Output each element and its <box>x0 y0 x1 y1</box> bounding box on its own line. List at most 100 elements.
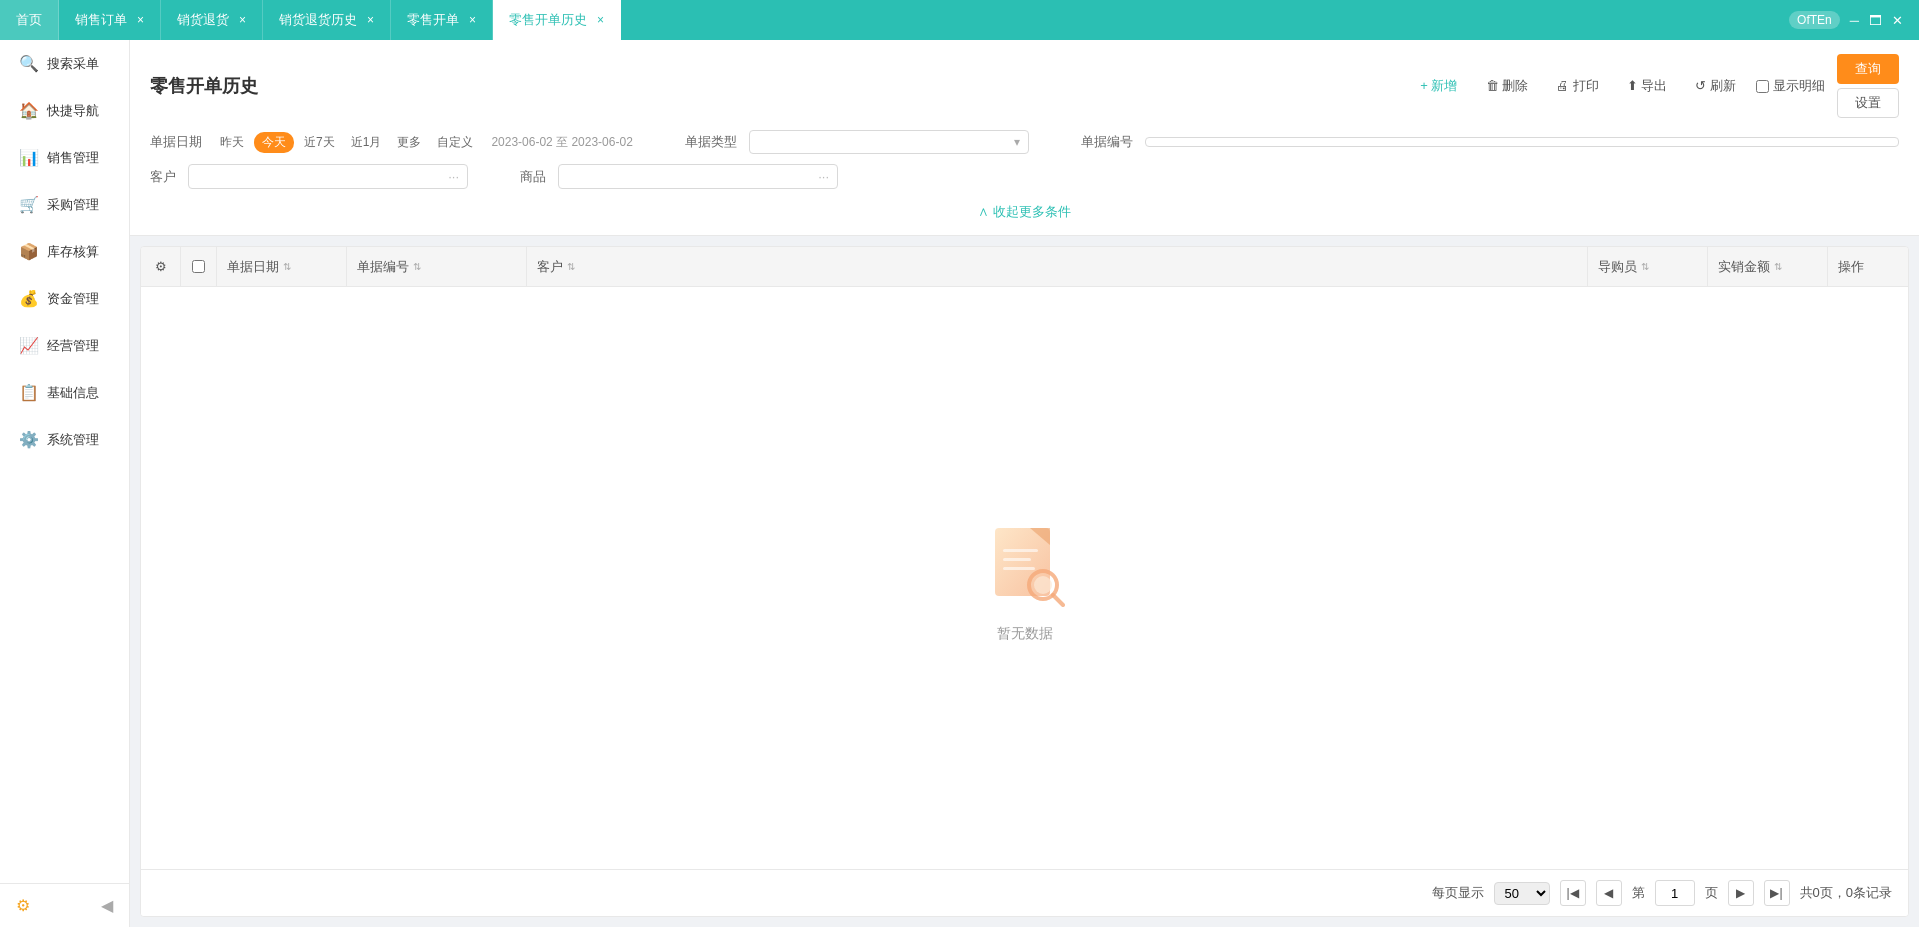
collapse-sidebar-icon[interactable]: ◀ <box>101 896 113 915</box>
tab-label: 销货退货 <box>177 11 229 29</box>
date-range-text: 2023-06-02 至 2023-06-02 <box>491 134 632 151</box>
per-page-select[interactable]: 50 100 200 <box>1494 882 1550 905</box>
tab-return-history[interactable]: 销货退货历史 × <box>263 0 391 40</box>
sidebar-item-system[interactable]: ⚙️ 系统管理 <box>0 416 129 463</box>
sidebar-item-sales[interactable]: 📊 销售管理 <box>0 134 129 181</box>
page-label: 页 <box>1705 884 1718 902</box>
tab-close-icon[interactable]: × <box>239 13 246 27</box>
tab-return[interactable]: 销货退货 × <box>161 0 263 40</box>
often-badge: OfTEn <box>1789 11 1840 29</box>
dropdown-icon: ▾ <box>1014 135 1020 149</box>
th-amount[interactable]: 实销金额 ⇅ <box>1708 247 1828 286</box>
page-title-row: 零售开单历史 + 新增 🗑 删除 🖨 打印 ⬆ 导出 ↺ 刷新 显示明细 查询 … <box>150 54 1899 118</box>
pagination-bar: 每页显示 50 100 200 |◀ ◀ 第 页 ▶ ▶| 共0页，0条记录 <box>141 869 1908 916</box>
gear-icon: ⚙ <box>155 259 167 274</box>
sidebar-item-finance[interactable]: 💰 资金管理 <box>0 275 129 322</box>
restore-btn[interactable]: 🗖 <box>1869 13 1882 28</box>
date-more[interactable]: 更多 <box>391 132 427 153</box>
print-button[interactable]: 🖨 打印 <box>1548 73 1607 99</box>
th-op-label: 操作 <box>1838 258 1864 276</box>
main-layout: 🔍 搜索采单 🏠 快捷导航 📊 销售管理 🛒 采购管理 📦 库存核算 💰 资金管… <box>0 40 1919 927</box>
first-page-btn[interactable]: |◀ <box>1560 880 1586 906</box>
sidebar-item-inventory[interactable]: 📦 库存核算 <box>0 228 129 275</box>
sidebar-item-nav[interactable]: 🏠 快捷导航 <box>0 87 129 134</box>
close-btn[interactable]: ✕ <box>1892 13 1903 28</box>
sidebar-item-label: 销售管理 <box>47 149 99 167</box>
sidebar-item-basic-info[interactable]: 📋 基础信息 <box>0 369 129 416</box>
management-icon: 📈 <box>19 336 39 355</box>
th-gear[interactable]: ⚙ <box>141 247 181 286</box>
next-page-btn[interactable]: ▶ <box>1728 880 1754 906</box>
th-guide[interactable]: 导购员 ⇅ <box>1588 247 1708 286</box>
tab-close-icon[interactable]: × <box>597 13 604 27</box>
finance-icon: 💰 <box>19 289 39 308</box>
date-today[interactable]: 今天 <box>254 132 294 153</box>
table-body: 暂无数据 <box>141 287 1908 869</box>
table-header: ⚙ 单据日期 ⇅ 单据编号 ⇅ 客户 ⇅ 导购员 <box>141 247 1908 287</box>
order-num-input[interactable] <box>1145 137 1899 147</box>
prev-page-btn[interactable]: ◀ <box>1596 880 1622 906</box>
tab-retail-history[interactable]: 零售开单历史 × <box>493 0 621 40</box>
collapse-more-btn[interactable]: ∧ 收起更多条件 <box>150 199 1899 225</box>
client-input[interactable]: ··· <box>188 164 468 189</box>
th-op: 操作 <box>1828 247 1908 286</box>
tab-home[interactable]: 首页 <box>0 0 59 40</box>
add-button[interactable]: + 新增 <box>1412 73 1465 99</box>
th-check[interactable] <box>181 247 217 286</box>
show-detail-container: 显示明细 <box>1756 77 1825 95</box>
client-label: 客户 <box>150 168 176 186</box>
query-button[interactable]: 查询 <box>1837 54 1899 84</box>
th-client-label: 客户 <box>537 258 563 276</box>
sidebar-item-purchase[interactable]: 🛒 采购管理 <box>0 181 129 228</box>
sales-icon: 📊 <box>19 148 39 167</box>
th-amount-label: 实销金额 <box>1718 258 1770 276</box>
tab-label: 零售开单历史 <box>509 11 587 29</box>
tab-close-icon[interactable]: × <box>469 13 476 27</box>
tab-retail-order[interactable]: 零售开单 × <box>391 0 493 40</box>
sidebar-item-management[interactable]: 📈 经营管理 <box>0 322 129 369</box>
show-detail-checkbox[interactable] <box>1756 80 1769 93</box>
sort-client-icon: ⇅ <box>567 261 575 272</box>
minimize-btn[interactable]: ─ <box>1850 13 1859 28</box>
th-num-label: 单据编号 <box>357 258 409 276</box>
sidebar-item-label: 采购管理 <box>47 196 99 214</box>
th-num[interactable]: 单据编号 ⇅ <box>347 247 527 286</box>
export-button[interactable]: ⬆ 导出 <box>1619 73 1676 99</box>
settings-gear-icon[interactable]: ⚙ <box>16 896 30 915</box>
tab-sales-order[interactable]: 销售订单 × <box>59 0 161 40</box>
last-page-btn[interactable]: ▶| <box>1764 880 1790 906</box>
refresh-button[interactable]: ↺ 刷新 <box>1687 73 1744 99</box>
empty-illustration <box>975 513 1075 613</box>
date-7days[interactable]: 近7天 <box>298 132 341 153</box>
page-title: 零售开单历史 <box>150 74 258 98</box>
sort-num-icon: ⇅ <box>413 261 421 272</box>
tab-close-icon[interactable]: × <box>137 13 144 27</box>
client-dots[interactable]: ··· <box>448 169 459 184</box>
settings-button[interactable]: 设置 <box>1837 88 1899 118</box>
purchase-icon: 🛒 <box>19 195 39 214</box>
th-date[interactable]: 单据日期 ⇅ <box>217 247 347 286</box>
order-type-select[interactable]: ▾ <box>749 130 1029 154</box>
table-area: ⚙ 单据日期 ⇅ 单据编号 ⇅ 客户 ⇅ 导购员 <box>140 246 1909 917</box>
svg-rect-3 <box>1003 558 1031 561</box>
top-bar-right: OfTEn ─ 🗖 ✕ <box>1773 11 1919 29</box>
date-yesterday[interactable]: 昨天 <box>214 132 250 153</box>
show-detail-label: 显示明细 <box>1773 77 1825 95</box>
delete-button[interactable]: 🗑 删除 <box>1478 73 1537 99</box>
filter-row-client: 客户 ··· 商品 ··· <box>150 164 1899 189</box>
goods-input[interactable]: ··· <box>558 164 838 189</box>
sidebar-item-label: 搜索采单 <box>47 55 99 73</box>
sort-amount-icon: ⇅ <box>1774 261 1782 272</box>
tab-close-icon[interactable]: × <box>367 13 374 27</box>
sidebar-item-search[interactable]: 🔍 搜索采单 <box>0 40 129 87</box>
sidebar-item-label: 经营管理 <box>47 337 99 355</box>
goods-dots[interactable]: ··· <box>818 169 829 184</box>
collapse-more-label: ∧ 收起更多条件 <box>978 203 1071 221</box>
date-1month[interactable]: 近1月 <box>345 132 388 153</box>
date-custom[interactable]: 自定义 <box>431 132 479 153</box>
th-guide-label: 导购员 <box>1598 258 1637 276</box>
page-number-input[interactable] <box>1655 880 1695 906</box>
content-area: 零售开单历史 + 新增 🗑 删除 🖨 打印 ⬆ 导出 ↺ 刷新 显示明细 查询 … <box>130 40 1919 927</box>
th-client[interactable]: 客户 ⇅ <box>527 247 1588 286</box>
select-all-checkbox[interactable] <box>192 260 205 273</box>
